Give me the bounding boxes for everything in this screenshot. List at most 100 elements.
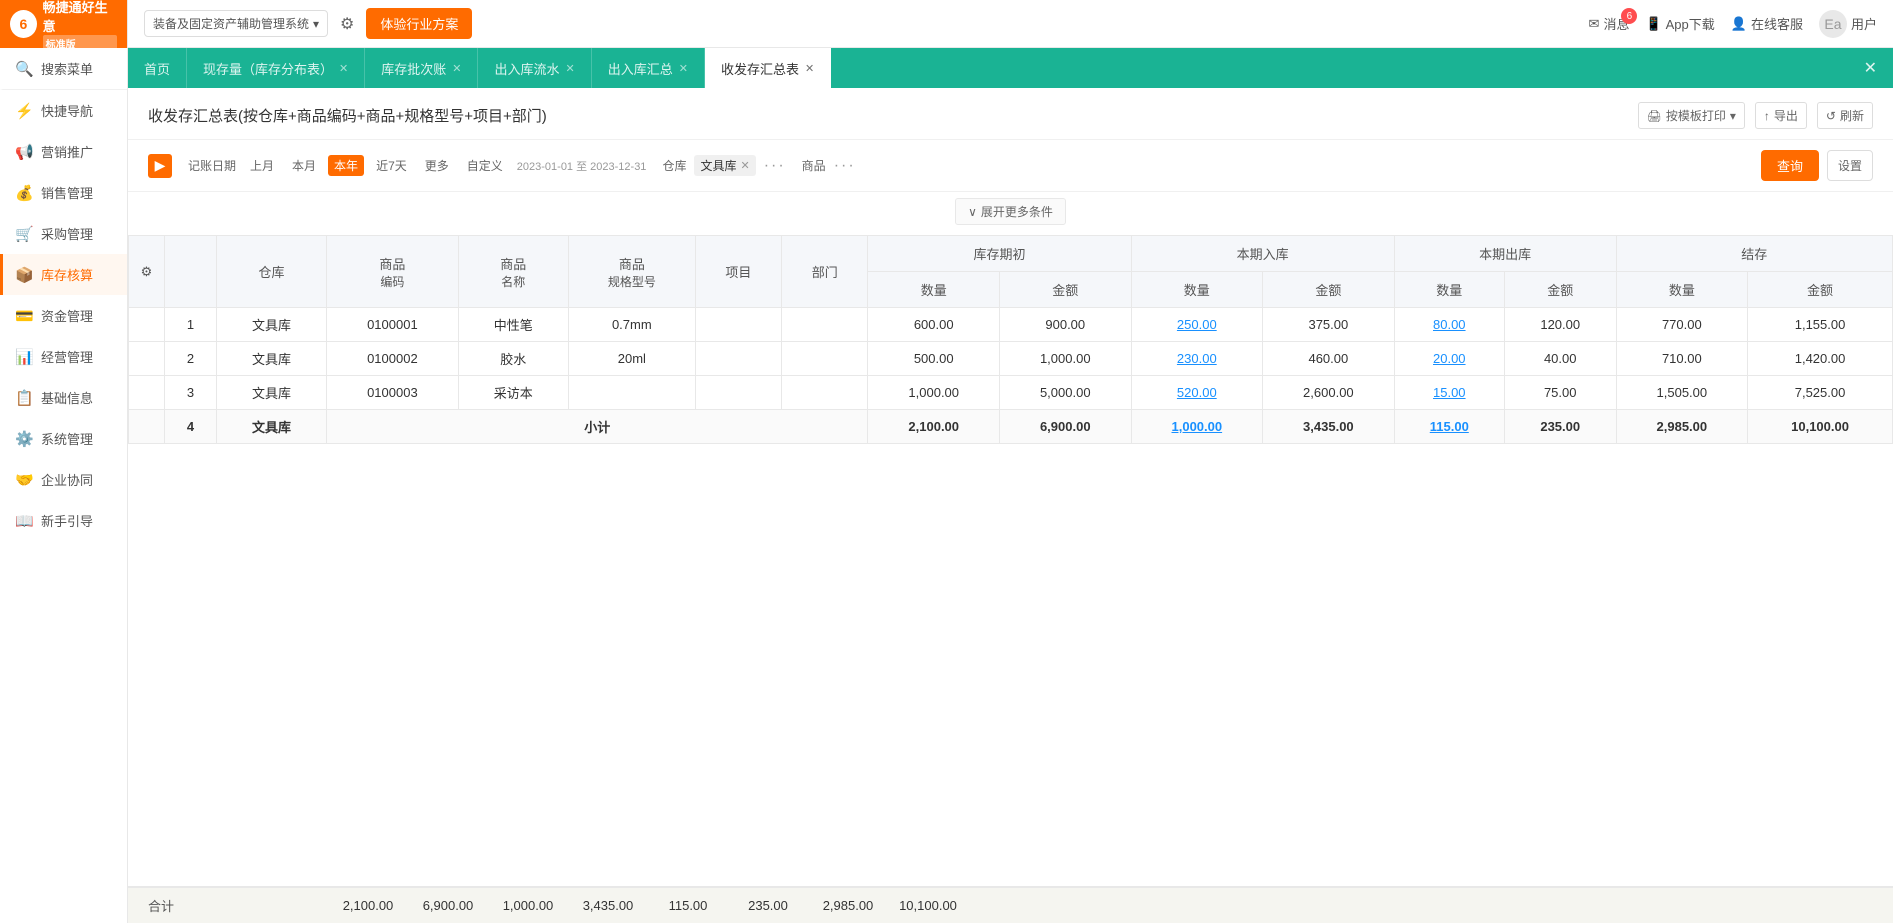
cell-end-amt: 1,420.00	[1748, 342, 1893, 376]
print-btn[interactable]: 🖨 按模板打印 ▾	[1638, 102, 1745, 129]
online-service-btn[interactable]: 👤 在线客服	[1731, 14, 1803, 33]
filter-bar: ▶ 记账日期 上月 本月 本年 近7天 更多 自定义 2023-01-01 至 …	[128, 140, 1893, 192]
cell-spec: 20ml	[568, 342, 695, 376]
sub-col-open-amt: 金额	[999, 272, 1131, 308]
tab-in-out-summary[interactable]: 出入库汇总 ✕	[592, 48, 705, 88]
tab-in-out-flow-label: 出入库流水	[494, 59, 559, 78]
tab-close-icon[interactable]: ✕	[452, 62, 461, 75]
col-settings[interactable]: ⚙	[129, 236, 165, 308]
date-filter: 记账日期 上月 本月 本年 近7天 更多 自定义 2023-01-01 至 20…	[188, 155, 646, 176]
logo-text: 畅捷通好生意	[43, 0, 117, 35]
tab-batch-account[interactable]: 库存批次账 ✕	[365, 48, 478, 88]
inventory-icon: 📦	[15, 266, 33, 284]
date-btn-custom[interactable]: 自定义	[461, 155, 509, 176]
date-filter-label: 记账日期	[188, 157, 236, 174]
sidebar-item-guide[interactable]: 📖 新手引导	[0, 500, 127, 541]
sidebar-item-sales[interactable]: 💰 销售管理	[0, 172, 127, 213]
user-btn[interactable]: Ea 用户	[1819, 10, 1877, 38]
refresh-btn[interactable]: ↺ 刷新	[1817, 102, 1873, 129]
cell-out-qty[interactable]: 20.00	[1394, 342, 1504, 376]
top-bar-left: 装备及固定资产辅助管理系统 ▾ ⚙ 体验行业方案	[144, 8, 472, 39]
refresh-icon: ↺	[1826, 109, 1836, 123]
cell-in-qty[interactable]: 1,000.00	[1131, 410, 1263, 444]
cell-end-qty: 1,505.00	[1616, 376, 1748, 410]
cell-out-qty[interactable]: 15.00	[1394, 376, 1504, 410]
cell-out-qty[interactable]: 115.00	[1394, 410, 1504, 444]
date-btn-this-month[interactable]: 本月	[286, 155, 322, 176]
query-btn[interactable]: 查询	[1761, 150, 1819, 181]
table-container: ⚙ 仓库 商品编码 商品名称 商品规格型号 项目 部门 库存期初 本期入库 本	[128, 235, 1893, 444]
total-value: 3,435.00	[568, 898, 648, 913]
tab-recv-send-summary[interactable]: 收发存汇总表 ✕	[705, 48, 831, 88]
sidebar-item-cooperation[interactable]: 🤝 企业协同	[0, 459, 127, 500]
cell-settings	[129, 342, 165, 376]
date-btn-this-year[interactable]: 本年	[328, 155, 364, 176]
expand-more-btn[interactable]: ∨ 展开更多条件	[955, 198, 1066, 225]
sidebar-item-label: 基础信息	[41, 388, 93, 407]
cell-out-qty[interactable]: 80.00	[1394, 308, 1504, 342]
cell-warehouse: 文具库	[216, 342, 326, 376]
sidebar-item-inventory[interactable]: 📦 库存核算	[0, 254, 127, 295]
logo-icon: 6	[10, 10, 37, 38]
warehouse-dots[interactable]: ···	[764, 157, 786, 175]
warehouse-tag-close[interactable]: ✕	[740, 159, 749, 172]
export-btn[interactable]: ↑ 导出	[1755, 102, 1807, 129]
sidebar-item-search[interactable]: 🔍 搜索菜单	[0, 48, 127, 90]
date-btn-last-month[interactable]: 上月	[244, 155, 280, 176]
tab-close-icon[interactable]: ✕	[339, 62, 348, 75]
tab-in-out-flow[interactable]: 出入库流水 ✕	[478, 48, 591, 88]
total-bar: 合计 2,100.006,900.001,000.003,435.00115.0…	[128, 886, 1893, 923]
page-inner: 收发存汇总表(按仓库+商品编码+商品+规格型号+项目+部门) 🖨 按模板打印 ▾…	[128, 88, 1893, 886]
goods-filter: 商品 ···	[802, 157, 856, 175]
date-btn-7days[interactable]: 近7天	[370, 155, 413, 176]
service-icon: 👤	[1731, 16, 1747, 32]
date-btn-more[interactable]: 更多	[419, 155, 455, 176]
total-value: 2,100.00	[328, 898, 408, 913]
warehouse-filter: 仓库 文具库 ✕ ···	[662, 155, 785, 176]
tab-recv-send-summary-label: 收发存汇总表	[721, 59, 799, 78]
message-icon: ✉	[1589, 16, 1600, 32]
tab-inventory-dist-label: 现存量（库存分布表）	[203, 59, 333, 78]
col-warehouse: 仓库	[216, 236, 326, 308]
filter-toggle-btn[interactable]: ▶	[148, 154, 172, 178]
cell-in-qty[interactable]: 250.00	[1131, 308, 1263, 342]
cell-name: 胶水	[458, 342, 568, 376]
tab-close-icon[interactable]: ✕	[566, 62, 575, 75]
total-value: 6,900.00	[408, 898, 488, 913]
col-group-out: 本期出库	[1394, 236, 1616, 272]
app-download-btn[interactable]: 📱 App下载	[1645, 14, 1714, 33]
cell-dept	[782, 376, 868, 410]
data-table: ⚙ 仓库 商品编码 商品名称 商品规格型号 项目 部门 库存期初 本期入库 本	[128, 235, 1893, 444]
system-selector[interactable]: 装备及固定资产辅助管理系统 ▾	[144, 10, 328, 37]
chevron-down-icon: ▾	[313, 17, 319, 31]
sidebar-item-operation[interactable]: 📊 经营管理	[0, 336, 127, 377]
col-name: 商品名称	[458, 236, 568, 308]
tab-bar-close-btn[interactable]: ✕	[1848, 58, 1893, 78]
sidebar-item-quick-nav[interactable]: ⚡ 快捷导航	[0, 90, 127, 131]
system-name: 装备及固定资产辅助管理系统	[153, 15, 309, 32]
sub-col-in-qty: 数量	[1131, 272, 1263, 308]
try-btn[interactable]: 体验行业方案	[366, 8, 472, 39]
cell-open-qty: 1,000.00	[868, 376, 1000, 410]
tab-inventory-dist[interactable]: 现存量（库存分布表） ✕	[187, 48, 365, 88]
page-actions: 🖨 按模板打印 ▾ ↑ 导出 ↺ 刷新	[1638, 102, 1873, 129]
tab-close-icon[interactable]: ✕	[805, 62, 814, 75]
tab-close-icon[interactable]: ✕	[679, 62, 688, 75]
tab-home[interactable]: 首页	[128, 48, 187, 88]
megaphone-icon: 📢	[15, 143, 33, 161]
sidebar-item-system[interactable]: ⚙️ 系统管理	[0, 418, 127, 459]
table-row: 1 文具库 0100001 中性笔 0.7mm 600.00 900.00 25…	[129, 308, 1893, 342]
filter-settings-btn[interactable]: 设置	[1827, 150, 1873, 181]
goods-dots[interactable]: ···	[834, 157, 856, 175]
sidebar-item-marketing[interactable]: 📢 营销推广	[0, 131, 127, 172]
page-title: 收发存汇总表(按仓库+商品编码+商品+规格型号+项目+部门)	[148, 105, 547, 126]
message-btn[interactable]: ✉ 消息 6	[1589, 14, 1630, 33]
sidebar-item-finance[interactable]: 💳 资金管理	[0, 295, 127, 336]
cell-out-amt: 75.00	[1504, 376, 1616, 410]
sidebar-item-basic-info[interactable]: 📋 基础信息	[0, 377, 127, 418]
cell-in-qty[interactable]: 230.00	[1131, 342, 1263, 376]
cell-in-qty[interactable]: 520.00	[1131, 376, 1263, 410]
sidebar-item-purchase[interactable]: 🛒 采购管理	[0, 213, 127, 254]
cell-in-amt: 3,435.00	[1263, 410, 1395, 444]
settings-icon[interactable]: ⚙	[340, 14, 354, 34]
